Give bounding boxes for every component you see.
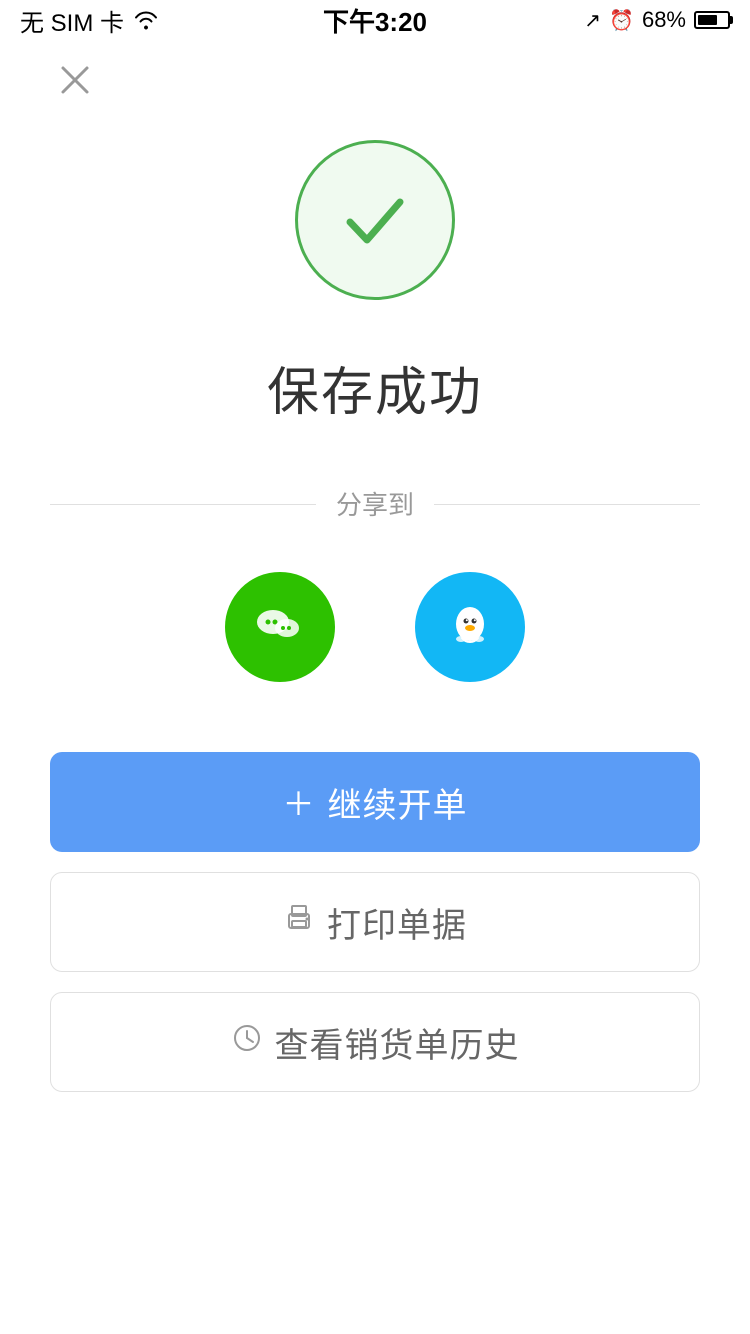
print-button[interactable]: 打印单据 (50, 872, 700, 972)
history-button[interactable]: 查看销货单历史 (50, 992, 700, 1092)
clock-icon (231, 1022, 263, 1062)
wechat-icon (249, 596, 311, 658)
continue-button[interactable]: ＋ 继续开单 (50, 752, 700, 852)
qq-icon (439, 596, 501, 658)
wifi-icon (132, 10, 160, 30)
battery-fill (698, 15, 717, 25)
wechat-share-button[interactable] (225, 572, 335, 682)
success-title: 保存成功 (267, 350, 483, 425)
location-icon: ↗ (584, 8, 601, 33)
battery-icon (694, 11, 730, 29)
close-button[interactable] (50, 55, 100, 105)
carrier-text: 无 SIM 卡 (20, 3, 124, 38)
share-section: 分享到 (50, 485, 700, 522)
action-buttons: ＋ 继续开单 打印单据 (50, 752, 700, 1092)
continue-label: 继续开单 (328, 778, 468, 827)
share-icons (225, 572, 525, 682)
main-content: 保存成功 分享到 (0, 40, 750, 1142)
plus-icon: ＋ (282, 779, 315, 825)
close-icon (57, 62, 93, 98)
history-label: 查看销货单历史 (275, 1018, 520, 1067)
status-time: 下午3:20 (323, 2, 427, 39)
status-right: ↗ ⏰ 68% (584, 7, 730, 33)
print-label: 打印单据 (327, 898, 467, 947)
share-label: 分享到 (316, 485, 434, 522)
status-bar: 无 SIM 卡 下午3:20 ↗ ⏰ 68% (0, 0, 750, 40)
success-circle (295, 140, 455, 300)
printer-icon (283, 902, 315, 942)
battery-percent: 68% (642, 7, 686, 33)
carrier-info: 无 SIM 卡 (20, 3, 160, 38)
alarm-icon: ⏰ (609, 8, 634, 33)
checkmark-icon (335, 180, 415, 260)
qq-share-button[interactable] (415, 572, 525, 682)
